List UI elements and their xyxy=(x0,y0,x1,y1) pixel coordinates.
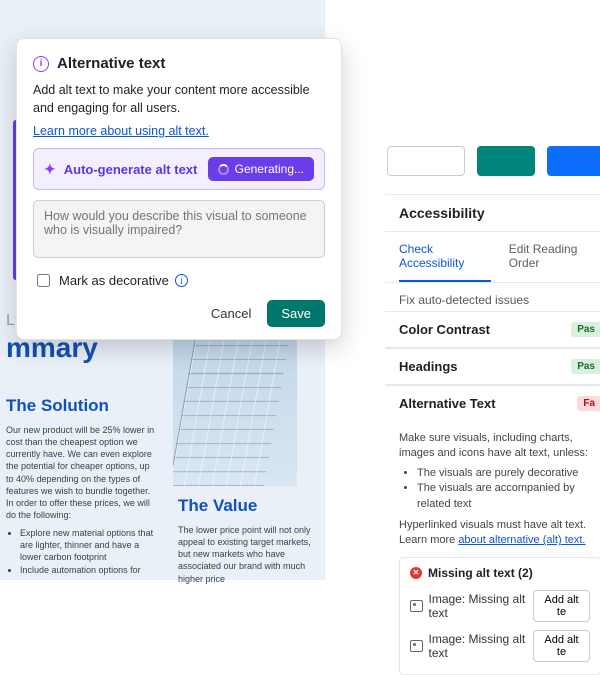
modal-title: i Alternative text xyxy=(33,55,325,72)
panel-title: Accessibility xyxy=(385,194,600,232)
alt-text-hyperlink-note: Hyperlinked visuals must have alt text. xyxy=(399,518,600,533)
check-label: Alternative Text xyxy=(399,396,496,411)
toolbar-button-outline[interactable] xyxy=(387,146,465,176)
toolbar-button-teal[interactable] xyxy=(477,146,535,176)
panel-tabs: Check Accessibility Edit Reading Order xyxy=(385,232,600,283)
generating-label: Generating... xyxy=(235,162,304,176)
auto-generate-bar: ✦ Auto-generate alt text Generating... xyxy=(33,148,325,190)
fix-issues-header: Fix auto-detected issues xyxy=(385,283,600,311)
missing-item-label: Image: Missing alt text xyxy=(429,592,533,620)
alt-text-textarea[interactable] xyxy=(33,200,325,258)
doc-column-solution: The Solution Our new product will be 25%… xyxy=(6,396,156,576)
alt-text-learn-link[interactable]: about alternative (alt) text. xyxy=(458,534,585,546)
missing-alt-text-group: Missing alt text (2) Image: Missing alt … xyxy=(399,557,600,675)
toolbar-button-blue[interactable] xyxy=(547,146,600,176)
auto-generate-label: Auto-generate alt text xyxy=(64,162,198,177)
mark-decorative-label: Mark as decorative xyxy=(59,273,169,288)
spinner-icon xyxy=(218,164,229,175)
learn-more-link[interactable]: Learn more about using alt text. xyxy=(33,124,209,138)
add-alt-text-button[interactable]: Add alt te xyxy=(533,630,590,662)
check-label: Color Contrast xyxy=(399,322,490,337)
alt-text-description: Make sure visuals, including charts, ima… xyxy=(385,421,600,549)
doc-heading-value: The Value xyxy=(178,496,318,516)
modal-description: Add alt text to make your content more a… xyxy=(33,82,325,117)
status-badge-fail: Fa xyxy=(577,396,600,411)
alt-text-bullet: The visuals are purely decorative xyxy=(417,466,600,481)
missing-alt-text-header[interactable]: Missing alt text (2) xyxy=(410,566,590,580)
alt-text-modal: i Alternative text Add alt text to make … xyxy=(16,38,342,340)
doc-bullet: Include automation options for xyxy=(20,564,156,576)
sparkle-icon: ✦ xyxy=(44,161,56,178)
doc-bullet: Explore new material options that are li… xyxy=(20,527,156,563)
missing-alt-item: Image: Missing alt text Add alt te xyxy=(410,586,590,626)
cancel-button[interactable]: Cancel xyxy=(205,305,257,322)
alt-text-learn-more: Learn more about alternative (alt) text. xyxy=(399,533,600,548)
doc-paragraph-solution: Our new product will be 25% lower in cos… xyxy=(6,424,156,521)
modal-actions: Cancel Save xyxy=(33,300,325,327)
missing-header-label: Missing alt text (2) xyxy=(428,566,533,580)
status-badge-pass: Pas xyxy=(571,359,600,374)
doc-column-value: The Value The lower price point will not… xyxy=(178,496,318,585)
accessibility-panel: Accessibility Check Accessibility Edit R… xyxy=(385,194,600,646)
check-color-contrast[interactable]: Color Contrast Pas xyxy=(385,311,600,348)
generating-button[interactable]: Generating... xyxy=(208,157,314,181)
image-icon xyxy=(410,640,423,652)
check-headings[interactable]: Headings Pas xyxy=(385,348,600,385)
modal-title-text: Alternative text xyxy=(57,55,165,72)
save-button[interactable]: Save xyxy=(267,300,325,327)
check-alternative-text[interactable]: Alternative Text Fa xyxy=(385,385,600,421)
tab-edit-reading-order[interactable]: Edit Reading Order xyxy=(509,242,600,282)
status-badge-pass: Pas xyxy=(571,322,600,337)
error-icon xyxy=(410,567,422,579)
info-icon[interactable]: i xyxy=(175,274,188,287)
add-alt-text-button[interactable]: Add alt te xyxy=(533,590,590,622)
check-label: Headings xyxy=(399,359,458,374)
missing-item-label: Image: Missing alt text xyxy=(429,632,533,660)
doc-paragraph-value: The lower price point will not only appe… xyxy=(178,524,318,585)
missing-alt-item: Image: Missing alt text Add alt te xyxy=(410,626,590,666)
alt-text-bullet: The visuals are accompanied by related t… xyxy=(417,481,600,512)
mark-decorative-checkbox[interactable] xyxy=(37,274,50,287)
tab-check-accessibility[interactable]: Check Accessibility xyxy=(399,242,491,282)
alt-text-desc-line: Make sure visuals, including charts, ima… xyxy=(399,431,600,462)
mark-decorative-row: Mark as decorative i xyxy=(33,271,325,290)
doc-heading-solution: The Solution xyxy=(6,396,156,416)
info-icon: i xyxy=(33,56,49,72)
image-icon xyxy=(410,600,423,612)
